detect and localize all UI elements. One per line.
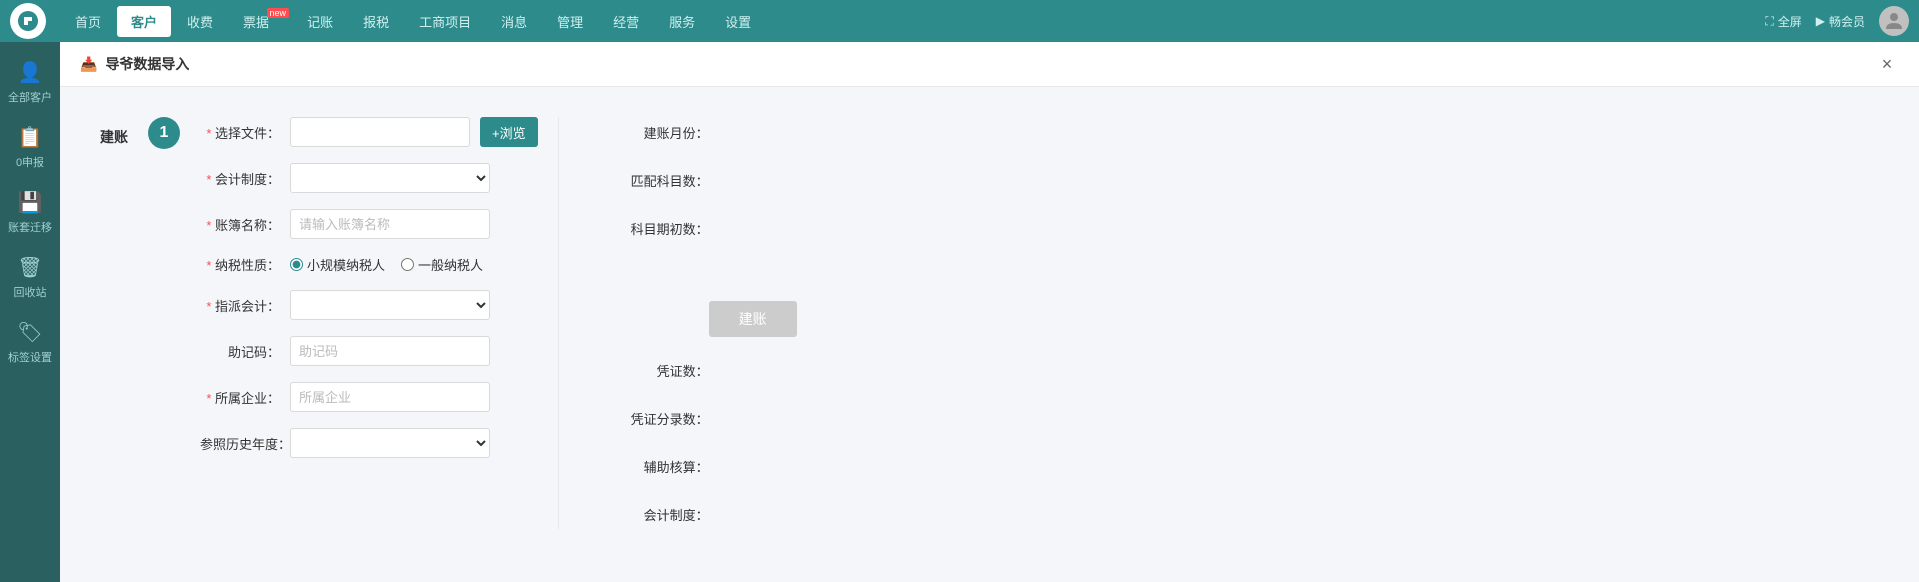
vip-label: 畅会员: [1829, 13, 1865, 30]
tax-general-label: 一般纳税人: [418, 255, 483, 274]
migration-icon: 💾: [18, 190, 43, 215]
sidebar-item-recycle[interactable]: 🗑 回收站: [0, 245, 60, 310]
company-row: 所属企业：: [200, 382, 538, 412]
right-records-label: 凭证分录数：: [619, 409, 709, 428]
browse-button[interactable]: +浏览: [480, 117, 538, 147]
accounting-select[interactable]: [290, 163, 490, 193]
sidebar-label-migration: 账套迁移: [8, 219, 52, 235]
nav-manage[interactable]: 管理: [543, 6, 597, 37]
vip-button[interactable]: ▶ 畅会员: [1816, 13, 1865, 30]
history-label: 参照历史年度：: [200, 434, 280, 453]
history-row: 参照历史年度：: [200, 428, 538, 458]
memo-input[interactable]: [290, 336, 490, 366]
file-row: 选择文件： +浏览: [200, 117, 538, 147]
right-month-row: 建账月份：: [619, 117, 879, 147]
nav-business[interactable]: 工商项目: [405, 6, 485, 37]
fullscreen-button[interactable]: ⛶ 全屏: [1765, 13, 1801, 30]
nav-message[interactable]: 消息: [487, 6, 541, 37]
fullscreen-icon: ⛶: [1765, 14, 1773, 29]
accountant-select[interactable]: [290, 290, 490, 320]
fullscreen-label: 全屏: [1778, 13, 1802, 30]
sidebar-item-all-customers[interactable]: 👤 全部客户: [0, 50, 60, 115]
nav-customer[interactable]: 客户: [117, 6, 171, 37]
right-voucher-label: 凭证数：: [619, 361, 709, 380]
form-grid: 选择文件： +浏览 会计制度： 账簿名称：: [200, 117, 538, 458]
right-aux-row: 辅助核算：: [619, 451, 879, 481]
step-section: 建账 1 选择文件： +浏览 会计制度：: [100, 117, 538, 529]
create-btn-area: 建账: [619, 281, 879, 337]
history-select[interactable]: [290, 428, 490, 458]
file-input[interactable]: [290, 117, 470, 147]
import-icon: 📥: [80, 56, 97, 73]
nav-operation[interactable]: 经营: [599, 6, 653, 37]
nav-settings[interactable]: 设置: [711, 6, 765, 37]
right-init-row: 科目期初数：: [619, 213, 879, 243]
nav-service[interactable]: 服务: [655, 6, 709, 37]
sidebar: 👤 全部客户 📋 0申报 💾 账套迁移 🗑 回收站 🏷 标签设置: [0, 42, 60, 582]
right-records-row: 凭证分录数：: [619, 403, 879, 433]
accountant-row: 指派会计：: [200, 290, 538, 320]
sidebar-item-tags[interactable]: 🏷 标签设置: [0, 310, 60, 375]
page-title: 导爷数据导入: [105, 54, 189, 74]
right-match-row: 匹配科目数：: [619, 165, 879, 195]
company-input[interactable]: [290, 382, 490, 412]
form-container: 建账 1 选择文件： +浏览 会计制度：: [60, 87, 1919, 559]
right-accounting-row: 会计制度：: [619, 499, 879, 529]
nav-ticket[interactable]: 票据 new: [229, 6, 291, 37]
sidebar-item-declaration[interactable]: 📋 0申报: [0, 115, 60, 180]
page-title-container: 📥 导爷数据导入: [80, 54, 189, 74]
create-account-button[interactable]: 建账: [709, 301, 797, 337]
right-panel: 建账月份： 匹配科目数： 科目期初数： 建账 凭证数： 凭证分录数：: [579, 117, 879, 529]
divider: [558, 117, 559, 529]
ledger-row: 账簿名称：: [200, 209, 538, 239]
nav-right: ⛶ 全屏 ▶ 畅会员: [1765, 6, 1909, 36]
declaration-icon: 📋: [18, 125, 43, 150]
right-voucher-row: 凭证数：: [619, 355, 879, 385]
file-label: 选择文件：: [200, 123, 280, 142]
recycle-icon: 🗑: [17, 255, 42, 280]
tags-icon: 🏷: [17, 320, 42, 345]
accounting-label: 会计制度：: [200, 169, 280, 188]
memo-row: 助记码：: [200, 336, 538, 366]
tax-row: 纳税性质： 小规模纳税人 一般纳税人: [200, 255, 538, 274]
app-logo: [10, 3, 46, 39]
accounting-row: 会计制度：: [200, 163, 538, 193]
nav-bookkeeping[interactable]: 记账: [293, 6, 347, 37]
close-button[interactable]: ×: [1875, 52, 1899, 76]
tax-radio-small[interactable]: [290, 258, 303, 271]
main-content: 📥 导爷数据导入 × 建账 1 选择文件： +浏览 会计制度：: [60, 42, 1919, 582]
tax-option-general[interactable]: 一般纳税人: [401, 255, 483, 274]
nav-fee[interactable]: 收费: [173, 6, 227, 37]
avatar[interactable]: [1879, 6, 1909, 36]
nav-home[interactable]: 首页: [61, 6, 115, 37]
right-match-label: 匹配科目数：: [619, 171, 709, 190]
tax-radio-general[interactable]: [401, 258, 414, 271]
tax-label: 纳税性质：: [200, 255, 280, 274]
page-header: 📥 导爷数据导入 ×: [60, 42, 1919, 87]
tax-small-label: 小规模纳税人: [307, 255, 385, 274]
sidebar-label-declaration: 0申报: [16, 154, 44, 170]
sidebar-item-migration[interactable]: 💾 账套迁移: [0, 180, 60, 245]
right-init-label: 科目期初数：: [619, 219, 709, 238]
nav-tax[interactable]: 报税: [349, 6, 403, 37]
nav-items: 首页 客户 收费 票据 new 记账 报税 工商项目 消息 管理 经营 服务 设…: [61, 6, 1765, 37]
step-circle: 1: [148, 117, 180, 149]
right-accounting-label: 会计制度：: [619, 505, 709, 524]
right-aux-label: 辅助核算：: [619, 457, 709, 476]
company-label: 所属企业：: [200, 388, 280, 407]
accountant-label: 指派会计：: [200, 296, 280, 315]
customers-icon: 👤: [18, 60, 43, 85]
memo-label: 助记码：: [200, 342, 280, 361]
sidebar-label-customers: 全部客户: [8, 89, 52, 105]
step-label: 建账: [100, 121, 128, 147]
right-month-label: 建账月份：: [619, 123, 709, 142]
ledger-label: 账簿名称：: [200, 215, 280, 234]
new-badge: new: [267, 8, 290, 18]
sidebar-label-recycle: 回收站: [14, 284, 47, 300]
sidebar-label-tags: 标签设置: [8, 349, 52, 365]
vip-icon: ▶: [1816, 14, 1825, 28]
ledger-input[interactable]: [290, 209, 490, 239]
tax-option-small[interactable]: 小规模纳税人: [290, 255, 385, 274]
tax-radio-group: 小规模纳税人 一般纳税人: [290, 255, 483, 274]
